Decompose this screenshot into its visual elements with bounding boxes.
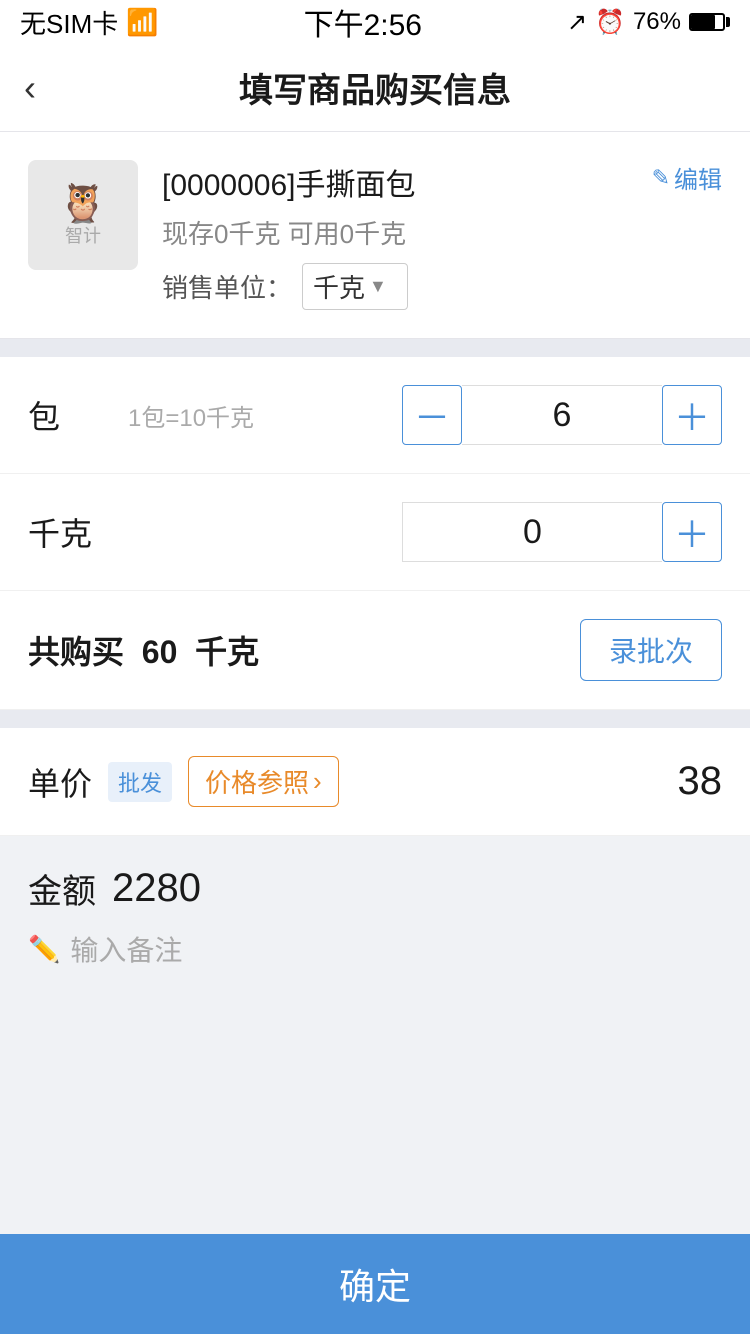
total-suffix: 千克 [195,634,259,670]
alarm-icon: ⏰ [595,8,625,37]
product-info: [0000006]手撕面包 ✎ 编辑 现存0千克 可用0千克 销售单位： 千克 … [162,160,722,310]
quantity-row-1: 包 1包=10千克 － ＋ [0,357,750,474]
unit-label: 销售单位： [162,268,292,305]
unit-select[interactable]: 千克 ▼ [302,263,408,310]
dropdown-icon: ▼ [369,276,387,297]
product-stock: 现存0千克 可用0千克 [162,214,722,251]
product-name: [0000006]手撕面包 [162,160,652,204]
kg-plus-button[interactable]: ＋ [662,502,722,562]
product-image: 🦉 智计 [28,160,138,270]
battery-icon [689,13,730,31]
edit-button[interactable]: ✎ 编辑 [652,160,722,195]
bag-hint: 1包=10千克 [128,398,382,433]
nav-bar: ‹ 填写商品购买信息 [0,44,750,132]
bag-label: 包 [28,392,108,438]
section-divider-1 [0,339,750,357]
confirm-label: 确定 [339,1258,411,1310]
kg-quantity-input[interactable] [402,502,662,562]
price-section: 单价 批发 价格参照 › 38 [0,728,750,836]
total-row: 共购买 60 千克 录批次 [0,591,750,710]
product-header: [0000006]手撕面包 ✎ 编辑 [162,160,722,204]
bag-quantity-input[interactable] [462,385,662,445]
price-ref-button[interactable]: 价格参照 › [188,756,339,807]
location-icon: ↗ [567,8,587,37]
status-left: 无SIM卡 📶 [20,4,159,41]
price-row: 单价 批发 价格参照 › 38 [0,728,750,836]
kg-label: 千克 [28,509,108,555]
carrier-text: 无SIM卡 [20,4,118,41]
total-quantity: 60 [142,634,178,670]
status-bar: 无SIM卡 📶 下午2:56 ↗ ⏰ 76% [0,0,750,44]
total-prefix: 共购买 [28,634,124,670]
status-right: ↗ ⏰ 76% [567,8,730,37]
kg-quantity-control: ＋ [402,502,722,562]
unit-value: 千克 [313,268,365,305]
spacer [0,985,750,1265]
logo-text: 智计 [59,226,106,248]
amount-row: 金额 2280 [28,864,722,913]
edit-icon: ✎ [652,165,670,191]
total-text: 共购买 60 千克 [28,627,259,673]
price-ref-label: 价格参照 [205,763,309,800]
input-section: 包 1包=10千克 － ＋ 千克 ＋ [0,357,750,591]
back-button[interactable]: ‹ [24,67,36,109]
price-ref-arrow: › [313,766,322,797]
price-value: 38 [678,759,723,804]
page-title: 填写商品购买信息 [239,63,511,112]
price-label: 单价 [28,759,92,805]
amount-section: 金额 2280 ✏️ 输入备注 [0,836,750,985]
price-tag: 批发 [108,762,172,802]
confirm-button[interactable]: 确定 [0,1234,750,1334]
amount-value: 2280 [112,866,201,911]
content: 🦉 智计 [0000006]手撕面包 ✎ 编辑 现存0千克 可用0千克 销售单位… [0,132,750,1265]
pencil-icon: ✏️ [28,934,60,965]
product-unit-row: 销售单位： 千克 ▼ [162,263,722,310]
bag-minus-button[interactable]: － [402,385,462,445]
quantity-row-2: 千克 ＋ [0,474,750,591]
product-card: 🦉 智计 [0000006]手撕面包 ✎ 编辑 现存0千克 可用0千克 销售单位… [0,132,750,339]
remark-row[interactable]: ✏️ 输入备注 [28,929,722,969]
amount-label: 金额 [28,864,96,913]
status-time: 下午2:56 [304,0,422,44]
remark-placeholder: 输入备注 [70,929,182,969]
batch-button[interactable]: 录批次 [580,619,722,681]
wifi-icon: 📶 [126,7,158,38]
bag-plus-button[interactable]: ＋ [662,385,722,445]
section-divider-2 [0,710,750,728]
edit-label: 编辑 [674,160,722,195]
bag-quantity-control: － ＋ [402,385,722,445]
battery-percent: 76% [633,8,681,36]
